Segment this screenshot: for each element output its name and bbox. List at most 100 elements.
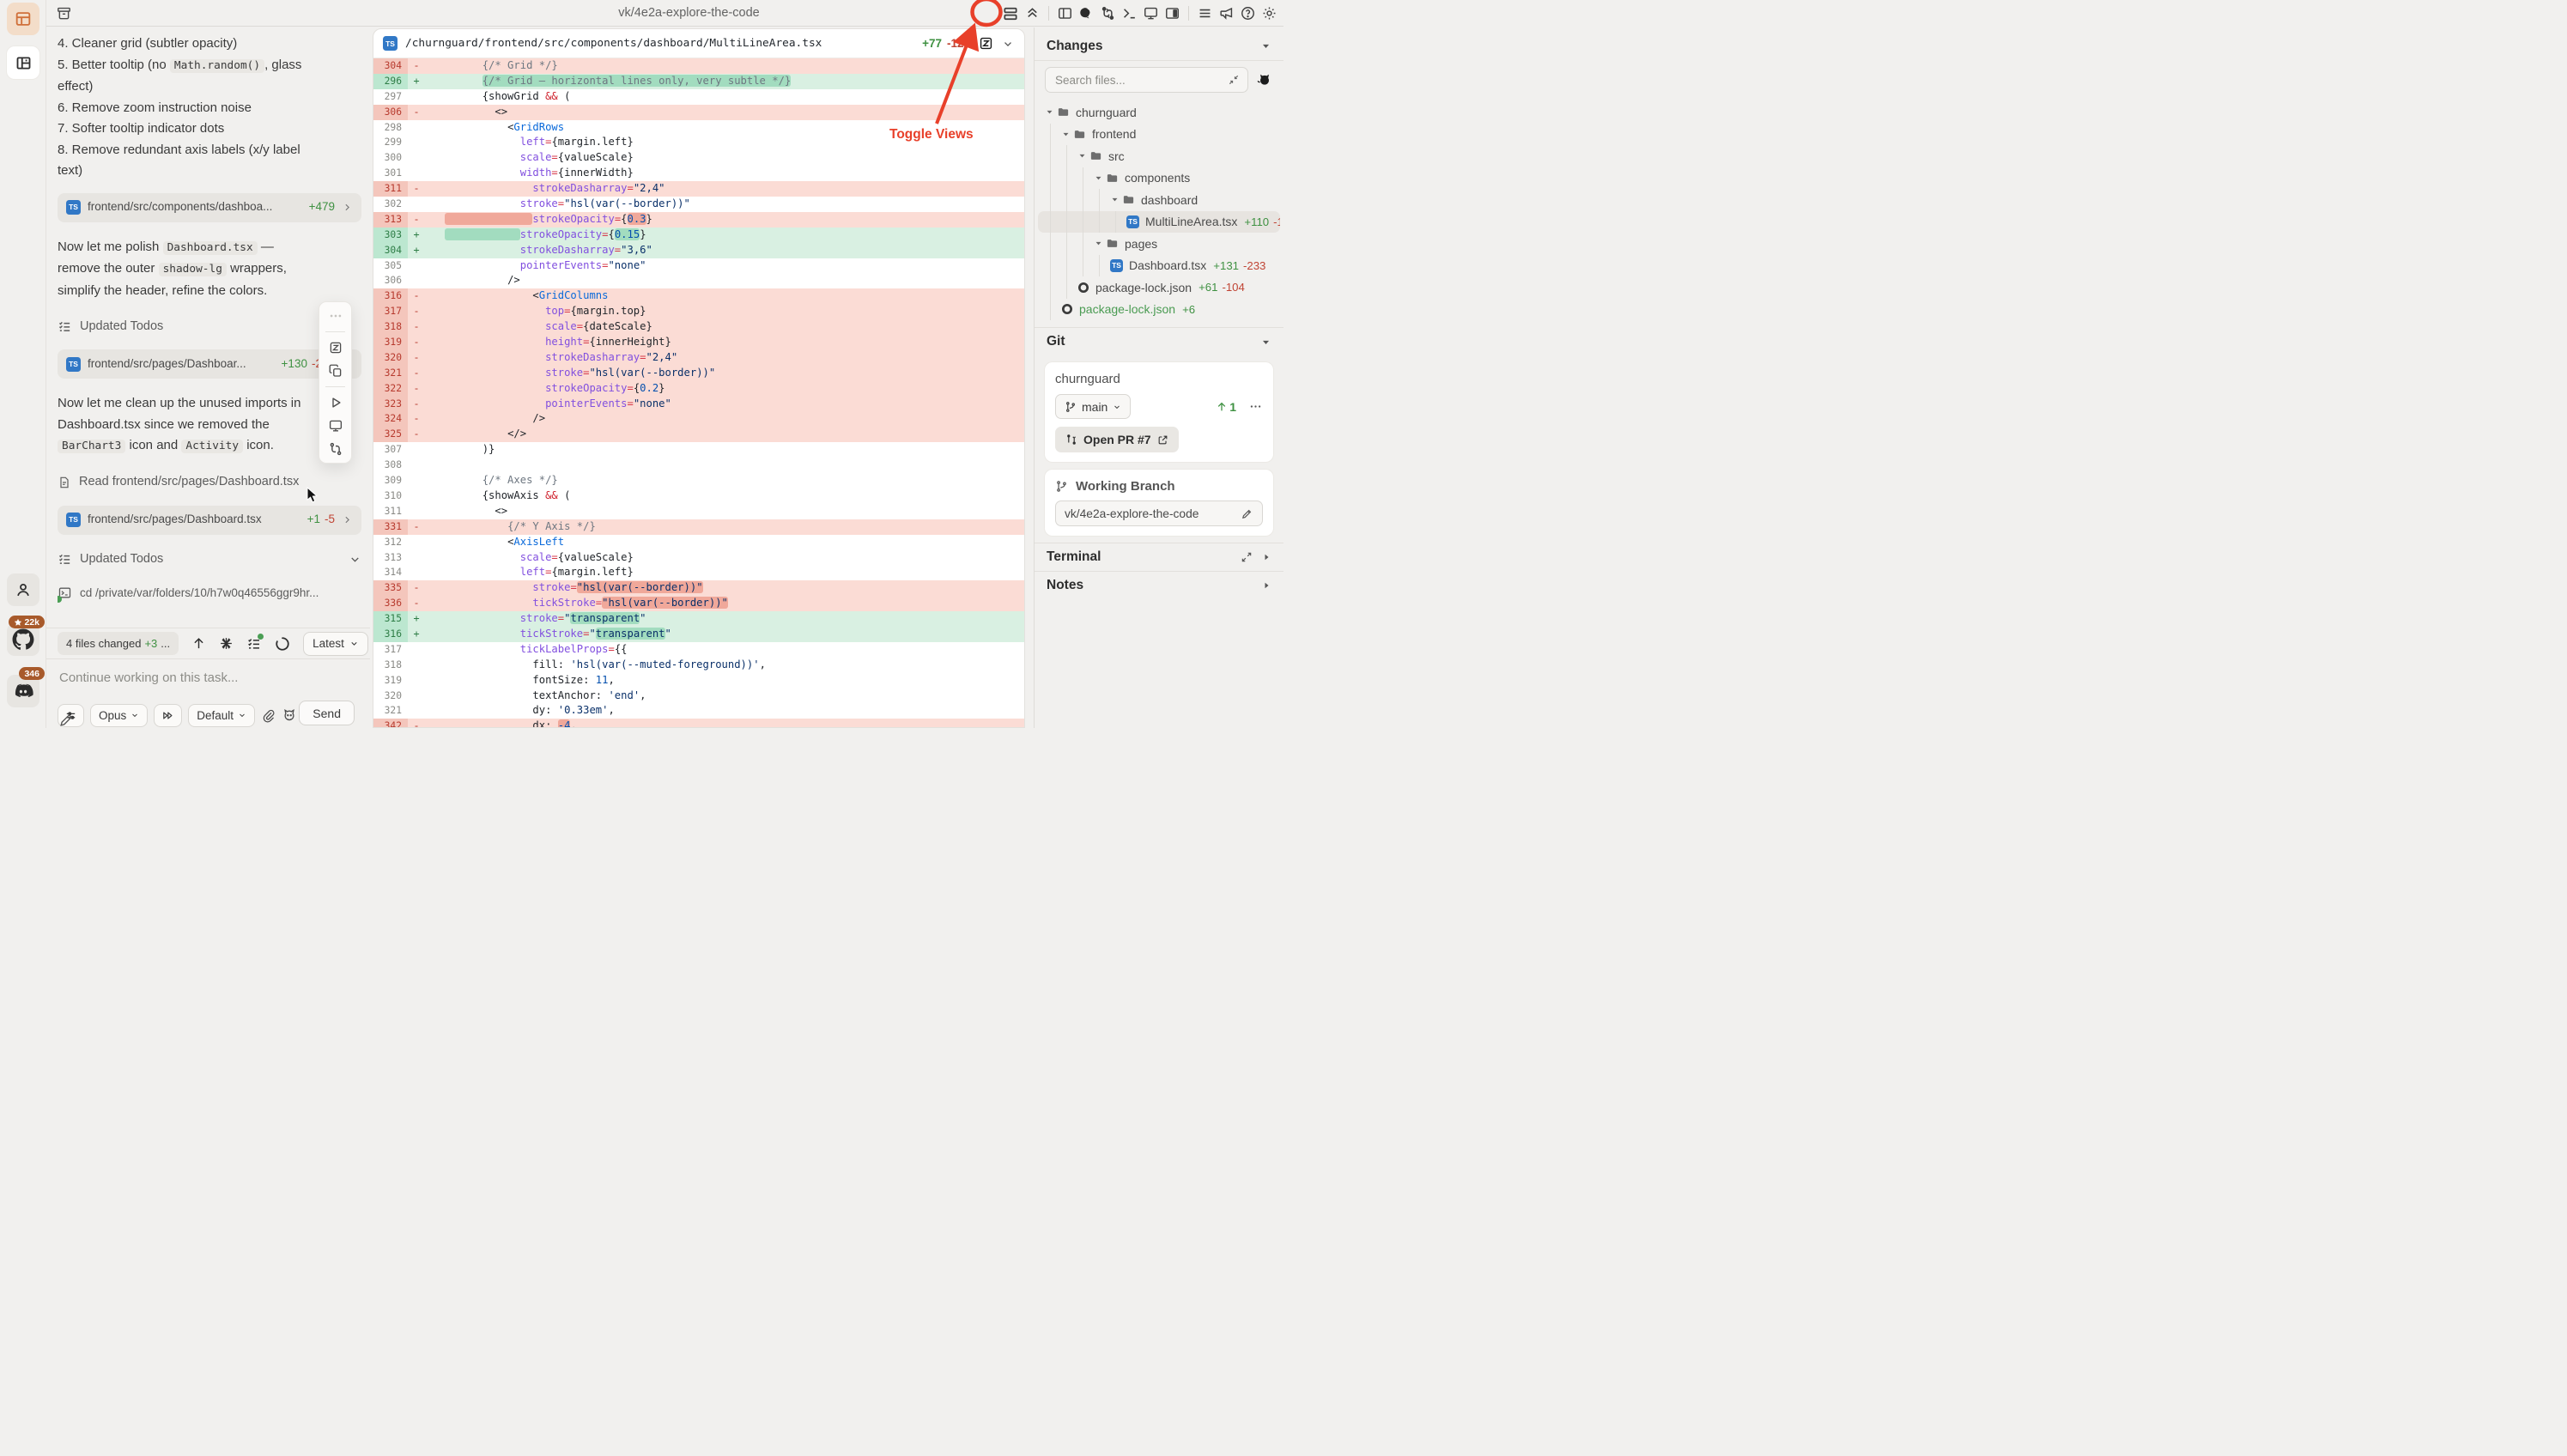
folder-icon (1106, 237, 1119, 250)
files-changed-pill[interactable]: 4 files changed +3... (58, 632, 179, 655)
open-pr-button[interactable]: Open PR #7 (1055, 427, 1179, 452)
chevron-down-icon[interactable] (1002, 38, 1014, 50)
branch-dropdown[interactable]: main (1055, 394, 1131, 419)
archive-icon[interactable] (56, 5, 72, 21)
terminal-icon[interactable] (1121, 5, 1138, 21)
git-compare-icon[interactable] (328, 441, 343, 457)
board-view-button[interactable] (7, 46, 39, 79)
toggle-views-icon[interactable] (1002, 5, 1019, 22)
account-button[interactable] (7, 573, 39, 606)
tree-item[interactable]: package-lock.json+61-104 (1038, 276, 1280, 299)
model-dropdown[interactable]: Opus (90, 704, 148, 727)
diff-line: 304- {/* Grid */} (373, 58, 1024, 74)
diff-line: 317- top={margin.top} (373, 304, 1024, 319)
tree-item[interactable]: frontend (1038, 124, 1280, 146)
ts-file-icon: TS (1110, 259, 1123, 272)
tree-item[interactable]: components (1038, 167, 1280, 190)
panel-right-icon[interactable] (1164, 5, 1180, 21)
tree-item[interactable]: package-lock.json+6 (1038, 299, 1280, 321)
diff-line: 307 )} (373, 442, 1024, 458)
spinner-icon (275, 636, 290, 652)
help-icon[interactable] (1240, 5, 1256, 21)
diff-line: 301 width={innerWidth} (373, 166, 1024, 181)
updated-todos-row[interactable]: Updated Todos (58, 549, 361, 570)
megaphone-icon[interactable] (1218, 5, 1235, 21)
changes-section-header[interactable]: Changes (1035, 32, 1284, 60)
chevron-right-icon (342, 202, 353, 213)
diff-line: 308 (373, 458, 1024, 473)
edit-icon[interactable] (1241, 507, 1253, 520)
diff-line: 324- /> (373, 411, 1024, 427)
spark-icon[interactable] (219, 636, 234, 651)
monitor-icon[interactable] (1143, 5, 1159, 21)
window-title: vk/4e2a-explore-the-code (618, 6, 759, 20)
tree-caret-icon[interactable] (1077, 151, 1087, 161)
tree-item[interactable]: pages (1038, 233, 1280, 255)
git-section-header[interactable]: Git (1035, 327, 1284, 355)
diff-line: 316+ tickStroke="transparent" (373, 627, 1024, 642)
caret-down-icon (1260, 337, 1271, 348)
tree-caret-icon[interactable] (1094, 173, 1103, 183)
collapse-all-icon[interactable] (1024, 5, 1041, 21)
tree-caret-icon[interactable] (1061, 130, 1071, 139)
repo-more-icon[interactable] (1248, 399, 1263, 414)
diff-line: 310 {showAxis && ( (373, 488, 1024, 504)
menu-icon[interactable] (1197, 5, 1213, 21)
github-button[interactable]: 22k (7, 623, 39, 656)
tree-caret-icon[interactable] (1110, 195, 1120, 204)
tree-caret-icon[interactable] (1094, 239, 1103, 248)
copy-icon[interactable] (328, 363, 343, 379)
package-icon (1077, 282, 1089, 294)
send-button[interactable]: Send (299, 701, 355, 725)
todos-status-icon[interactable] (246, 636, 262, 652)
tree-item[interactable]: churnguard (1038, 101, 1280, 124)
cat-icon[interactable] (1256, 71, 1273, 88)
settings-icon[interactable] (1261, 5, 1277, 21)
file-change-chip[interactable]: TSfrontend/src/pages/Dashboar...+130-233 (58, 349, 361, 379)
workspace-active-button[interactable] (7, 3, 39, 35)
tree-item[interactable]: TSDashboard.tsx+131-233 (1038, 255, 1280, 277)
latest-dropdown[interactable]: Latest (303, 632, 368, 656)
panel-left-icon[interactable] (1057, 5, 1073, 21)
stage-icon[interactable] (978, 35, 994, 52)
working-branch-field[interactable]: vk/4e2a-explore-the-code (1055, 500, 1263, 526)
terminal-section-header[interactable]: Terminal (1035, 543, 1284, 571)
discord-button[interactable]: 346 (7, 675, 39, 707)
fast-forward-button[interactable] (154, 704, 182, 727)
expand-icon[interactable] (1241, 551, 1253, 563)
chevron-down-icon[interactable] (349, 553, 361, 566)
attach-icon[interactable] (261, 708, 276, 723)
notes-section-header[interactable]: Notes (1035, 571, 1284, 599)
mode-dropdown[interactable]: Default (188, 704, 255, 727)
terminal-command-row[interactable]: cd /private/var/folders/10/h7w0q46556ggr… (58, 583, 361, 604)
working-branch-label: Working Branch (1076, 479, 1175, 494)
diff-line: 300 scale={valueScale} (373, 150, 1024, 166)
diff-line: 309 {/* Axes */} (373, 473, 1024, 488)
monitor-icon[interactable] (328, 418, 343, 434)
chat-input[interactable] (58, 670, 359, 686)
tree-item[interactable]: TSMultiLineArea.tsx+110-162 (1038, 211, 1280, 234)
chat-icon[interactable] (1078, 5, 1095, 21)
play-icon[interactable] (328, 395, 343, 410)
stage-icon[interactable] (328, 340, 343, 355)
message-hover-toolbar (319, 301, 352, 464)
cat-icon[interactable] (282, 707, 297, 723)
file-change-chip[interactable]: TSfrontend/src/pages/Dashboard.tsx+1-5 (58, 506, 361, 535)
file-change-chip[interactable]: TSfrontend/src/components/dashboa...+479 (58, 193, 361, 222)
git-compare-icon[interactable] (1100, 5, 1116, 21)
updated-todos-row[interactable]: Updated Todos (58, 316, 361, 337)
collapse-tree-icon[interactable] (1228, 74, 1240, 86)
file-search-input[interactable] (1053, 73, 1223, 88)
diff-line: 306- <> (373, 105, 1024, 120)
diff-line: 303+ strokeOpacity={0.15} (373, 228, 1024, 243)
more-actions-icon[interactable] (328, 308, 343, 324)
tree-caret-icon[interactable] (1045, 107, 1054, 117)
checklist-icon (58, 319, 72, 334)
scroll-up-icon[interactable] (191, 636, 206, 651)
tree-item[interactable]: src (1038, 145, 1280, 167)
file-search-box[interactable] (1045, 67, 1248, 93)
tree-item[interactable]: dashboard (1038, 189, 1280, 211)
diff-body[interactable]: 304- {/* Grid */}296+ {/* Grid — horizon… (373, 58, 1024, 728)
stylus-icon[interactable] (58, 712, 75, 728)
diff-line: 325- </> (373, 427, 1024, 442)
